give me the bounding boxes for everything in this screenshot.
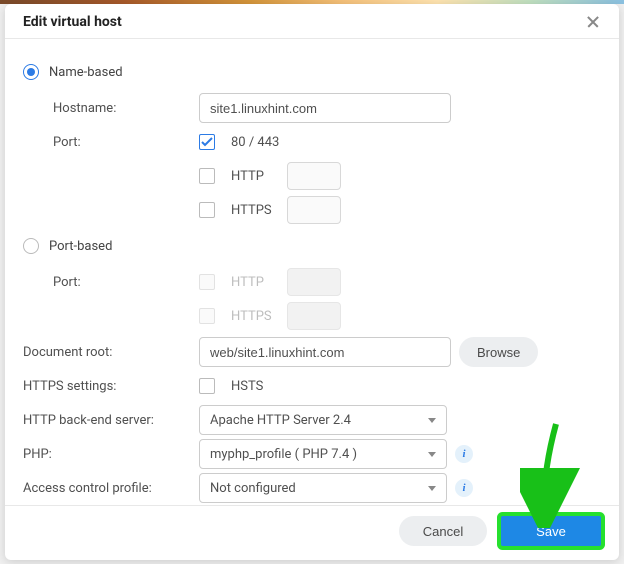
radio-port-based-label: Port-based bbox=[49, 239, 112, 254]
radio-name-based[interactable] bbox=[23, 64, 39, 80]
hostname-label: Hostname: bbox=[23, 101, 199, 116]
hsts-checkbox[interactable] bbox=[199, 378, 215, 394]
save-button[interactable]: Save bbox=[501, 516, 601, 546]
php-select[interactable]: myphp_profile ( PHP 7.4 ) bbox=[199, 439, 447, 469]
access-profile-label: Access control profile: bbox=[23, 481, 199, 496]
port-http-checkbox[interactable] bbox=[199, 168, 215, 184]
backend-label: HTTP back-end server: bbox=[23, 413, 199, 428]
browse-button[interactable]: Browse bbox=[459, 337, 538, 367]
info-icon[interactable]: i bbox=[455, 479, 473, 497]
backend-select-value: Apache HTTP Server 2.4 bbox=[210, 413, 351, 428]
port-http-input[interactable] bbox=[287, 162, 341, 190]
edit-virtual-host-dialog: Edit virtual host Name-based Hostname: P… bbox=[5, 4, 619, 560]
port-based-https-checkbox bbox=[199, 308, 215, 324]
cancel-button[interactable]: Cancel bbox=[399, 516, 487, 546]
php-select-value: myphp_profile ( PHP 7.4 ) bbox=[210, 447, 357, 462]
https-settings-label: HTTPS settings: bbox=[23, 379, 199, 394]
port-http-label: HTTP bbox=[231, 169, 279, 184]
port-label: Port: bbox=[23, 135, 199, 150]
port-based-https-input bbox=[287, 302, 341, 330]
port-default-label: 80 / 443 bbox=[231, 135, 279, 150]
info-icon[interactable]: i bbox=[455, 445, 473, 463]
port-based-https-label: HTTPS bbox=[231, 309, 279, 324]
hsts-label: HSTS bbox=[231, 379, 263, 394]
chevron-down-icon bbox=[428, 486, 436, 491]
chevron-down-icon bbox=[428, 452, 436, 457]
port-https-label: HTTPS bbox=[231, 203, 279, 218]
close-icon[interactable] bbox=[585, 14, 601, 30]
port-based-http-label: HTTP bbox=[231, 275, 279, 290]
port-based-http-input bbox=[287, 268, 341, 296]
radio-port-based[interactable] bbox=[23, 238, 39, 254]
document-root-input[interactable] bbox=[199, 337, 451, 367]
access-profile-select-value: Not configured bbox=[210, 481, 296, 496]
port-based-http-checkbox bbox=[199, 274, 215, 290]
radio-name-based-label: Name-based bbox=[49, 65, 123, 80]
access-profile-select[interactable]: Not configured bbox=[199, 473, 447, 503]
hostname-input[interactable] bbox=[199, 93, 451, 123]
port-https-input[interactable] bbox=[287, 196, 341, 224]
document-root-label: Document root: bbox=[23, 345, 199, 360]
port-default-checkbox[interactable] bbox=[199, 134, 215, 150]
php-label: PHP: bbox=[23, 447, 199, 462]
port-https-checkbox[interactable] bbox=[199, 202, 215, 218]
backend-select[interactable]: Apache HTTP Server 2.4 bbox=[199, 405, 447, 435]
chevron-down-icon bbox=[428, 418, 436, 423]
dialog-title: Edit virtual host bbox=[23, 14, 122, 30]
port-based-port-label: Port: bbox=[23, 275, 199, 290]
